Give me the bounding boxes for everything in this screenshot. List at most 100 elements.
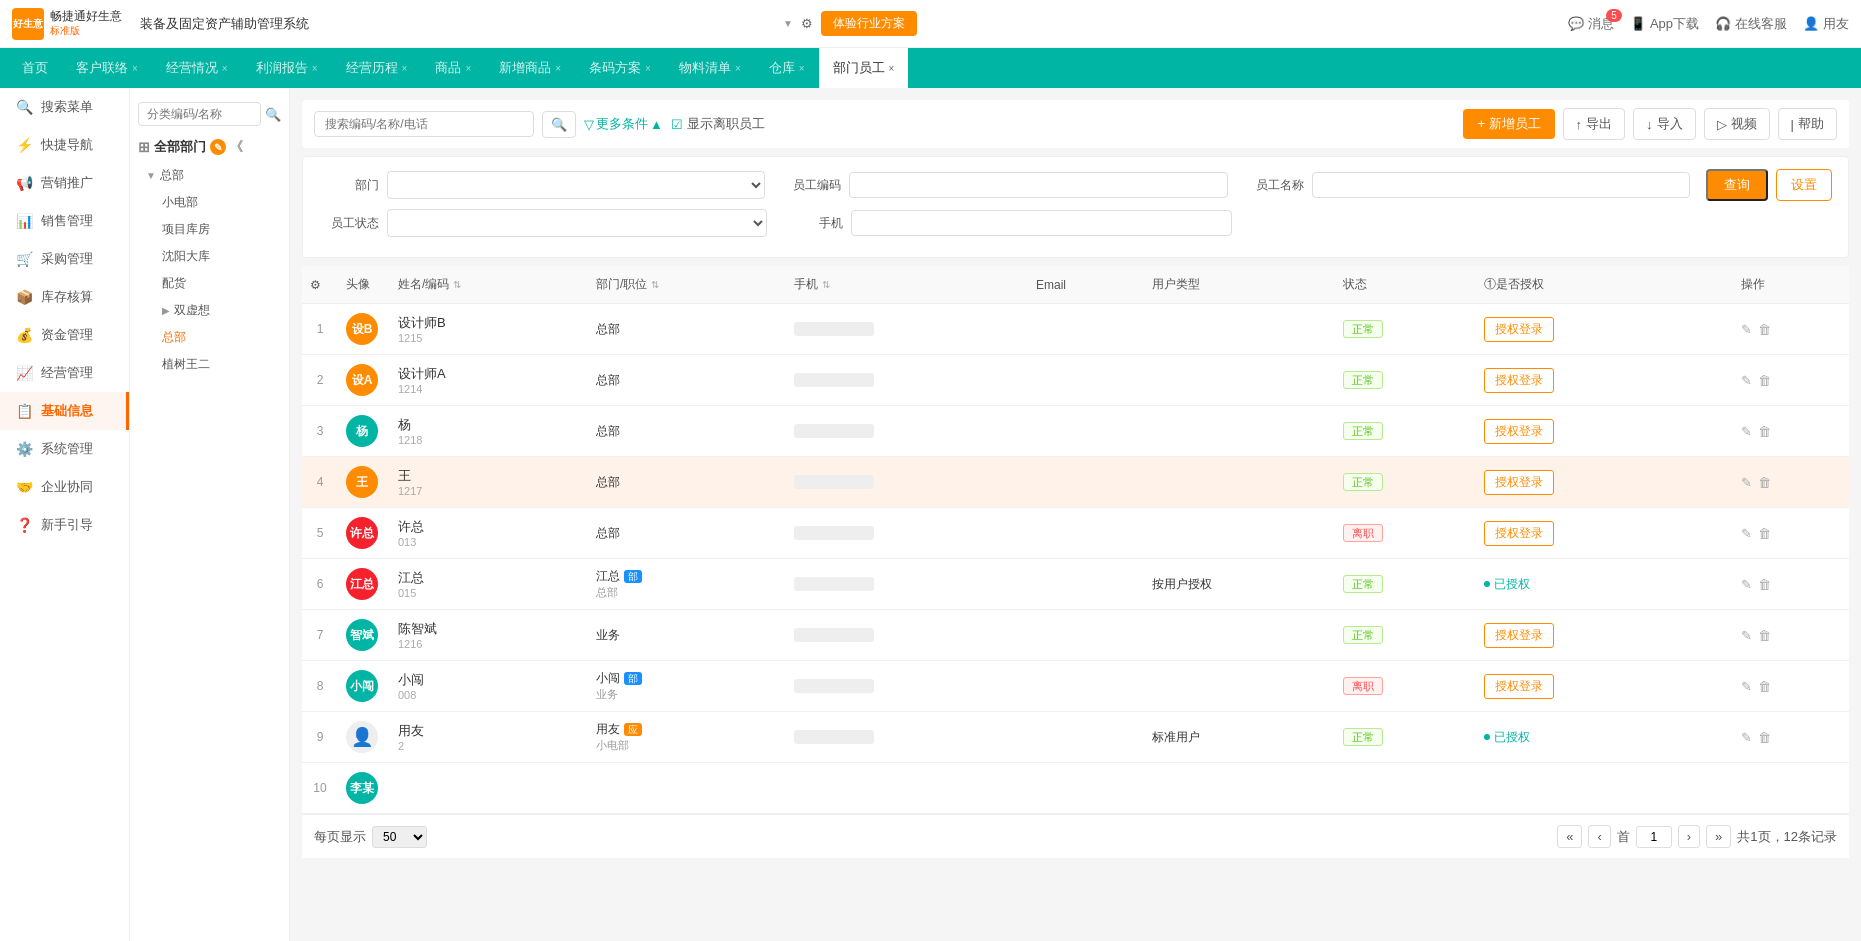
delete-button[interactable]: 🗑 xyxy=(1758,730,1771,745)
dept-node-zongbu[interactable]: 总部 xyxy=(154,324,289,351)
dept-node-general[interactable]: ▼ 总部 xyxy=(138,162,289,189)
view-button[interactable]: ▷ 视频 xyxy=(1704,108,1770,140)
auth-button[interactable]: 授权登录 xyxy=(1484,521,1554,546)
show-resigned-checkbox[interactable]: ☑ xyxy=(671,117,683,132)
tab-new-goods[interactable]: 新增商品 × xyxy=(485,48,575,88)
message-button[interactable]: 💬 消息 5 xyxy=(1568,15,1614,33)
delete-button[interactable]: 🗑 xyxy=(1758,322,1771,337)
sidebar-item-stock[interactable]: 📦 库存核算 xyxy=(0,278,129,316)
dept-node-zhishu[interactable]: 植树王二 xyxy=(154,351,289,378)
col-dept[interactable]: 部门/职位 ⇅ xyxy=(588,266,786,304)
tab-goods[interactable]: 商品 × xyxy=(421,48,485,88)
tab-home[interactable]: 首页 xyxy=(8,48,62,88)
col-phone[interactable]: 手机 ⇅ xyxy=(786,266,1028,304)
dept-search-icon[interactable]: 🔍 xyxy=(265,107,281,122)
tab-bom[interactable]: 物料清单 × xyxy=(665,48,755,88)
delete-button[interactable]: 🗑 xyxy=(1758,679,1771,694)
edit-button[interactable]: ✎ xyxy=(1741,526,1752,541)
import-button[interactable]: ↓ 导入 xyxy=(1633,108,1696,140)
trial-button[interactable]: 体验行业方案 xyxy=(821,11,917,36)
page-number-input[interactable] xyxy=(1636,826,1672,848)
tab-profit[interactable]: 利润报告 × xyxy=(242,48,332,88)
next-page-button[interactable]: › xyxy=(1678,825,1700,848)
search-input[interactable] xyxy=(314,111,534,137)
tab-history[interactable]: 经营历程 × xyxy=(332,48,422,88)
sidebar-item-collab[interactable]: 🤝 企业协同 xyxy=(0,468,129,506)
dept-collapse-btn[interactable]: 《 xyxy=(230,138,243,156)
delete-button[interactable]: 🗑 xyxy=(1758,424,1771,439)
sidebar-item-search[interactable]: 🔍 搜索菜单 xyxy=(0,88,129,126)
delete-button[interactable]: 🗑 xyxy=(1758,577,1771,592)
logo-icon: 好生意 xyxy=(12,8,44,40)
dept-node-shenyang[interactable]: 沈阳大库 xyxy=(154,243,289,270)
sidebar-item-marketing[interactable]: 📢 营销推广 xyxy=(0,164,129,202)
edit-button[interactable]: ✎ xyxy=(1741,373,1752,388)
sidebar-item-basic[interactable]: 📋 基础信息 xyxy=(0,392,129,430)
employee-table: ⚙ 头像 姓名/编码 ⇅ 部门/职位 ⇅ 手机 ⇅ Email 用户类型 状态 … xyxy=(302,266,1849,814)
dept-node-shuangxu[interactable]: ▶ 双虚想 xyxy=(154,297,289,324)
dept-edit-icon[interactable]: ✎ xyxy=(210,139,226,155)
tab-warehouse[interactable]: 仓库 × xyxy=(755,48,819,88)
last-page-button[interactable]: » xyxy=(1706,825,1731,848)
edit-button[interactable]: ✎ xyxy=(1741,730,1752,745)
row-auth: 授权登录 xyxy=(1476,661,1693,712)
col-settings[interactable]: ⚙ xyxy=(302,266,338,304)
tab-operation[interactable]: 经营情况 × xyxy=(152,48,242,88)
filter-dept-select[interactable] xyxy=(387,171,765,199)
edit-button[interactable]: ✎ xyxy=(1741,475,1752,490)
delete-button[interactable]: 🗑 xyxy=(1758,475,1771,490)
search-button[interactable]: 🔍 xyxy=(542,111,576,138)
delete-button[interactable]: 🗑 xyxy=(1758,373,1771,388)
page-size-select[interactable]: 50 20 100 xyxy=(372,826,427,848)
sidebar-item-guide[interactable]: ❓ 新手引导 xyxy=(0,506,129,544)
show-resigned-label[interactable]: ☑ 显示离职员工 xyxy=(671,115,765,133)
sidebar-item-purchase[interactable]: 🛒 采购管理 xyxy=(0,240,129,278)
more-filter-button[interactable]: ▽ 更多条件 ▲ xyxy=(584,115,663,133)
online-service-button[interactable]: 🎧 在线客服 xyxy=(1715,15,1787,33)
content-area: 🔍 ⊞ 全部部门 ✎ 《 ▼ 总部 小电部 项目库房 沈阳大库 配货 xyxy=(130,88,1861,941)
sidebar-item-sales[interactable]: 📊 销售管理 xyxy=(0,202,129,240)
auth-button[interactable]: 授权登录 xyxy=(1484,317,1554,342)
auth-button[interactable]: 授权登录 xyxy=(1484,623,1554,648)
auth-button[interactable]: 授权登录 xyxy=(1484,368,1554,393)
dept-search-input[interactable] xyxy=(138,102,261,126)
tab-staff[interactable]: 部门员工 × xyxy=(819,48,909,88)
settings-icon[interactable]: ⚙ xyxy=(801,16,813,31)
sidebar-item-system[interactable]: ⚙️ 系统管理 xyxy=(0,430,129,468)
filter-phone-input[interactable] xyxy=(851,210,1231,236)
auth-button[interactable]: 授权登录 xyxy=(1484,674,1554,699)
row-user-type xyxy=(1144,661,1335,712)
delete-button[interactable]: 🗑 xyxy=(1758,628,1771,643)
edit-button[interactable]: ✎ xyxy=(1741,424,1752,439)
edit-button[interactable]: ✎ xyxy=(1741,577,1752,592)
dept-node-xiaodian[interactable]: 小电部 xyxy=(154,189,289,216)
edit-button[interactable]: ✎ xyxy=(1741,628,1752,643)
add-employee-button[interactable]: + 新增员工 xyxy=(1463,109,1554,139)
delete-button[interactable]: 🗑 xyxy=(1758,526,1771,541)
tab-barcode[interactable]: 条码方案 × xyxy=(575,48,665,88)
export-button[interactable]: ↑ 导出 xyxy=(1563,108,1626,140)
col-name[interactable]: 姓名/编码 ⇅ xyxy=(390,266,588,304)
filter-empcode-input[interactable] xyxy=(849,172,1227,198)
first-page-button[interactable]: « xyxy=(1557,825,1582,848)
dept-node-project[interactable]: 项目库房 xyxy=(154,216,289,243)
tab-customer[interactable]: 客户联络 × xyxy=(62,48,152,88)
prev-page-button[interactable]: ‹ xyxy=(1588,825,1610,848)
set-button[interactable]: 设置 xyxy=(1776,169,1832,201)
system-dropdown-arrow[interactable]: ▼ xyxy=(783,18,793,29)
sidebar-item-nav[interactable]: ⚡ 快捷导航 xyxy=(0,126,129,164)
edit-button[interactable]: ✎ xyxy=(1741,322,1752,337)
user-menu[interactable]: 👤 用友 xyxy=(1803,15,1849,33)
filter-status-select[interactable] xyxy=(387,209,767,237)
app-download-button[interactable]: 📱 App下载 xyxy=(1630,15,1699,33)
status-badge: 正常 xyxy=(1343,422,1383,440)
auth-button[interactable]: 授权登录 xyxy=(1484,419,1554,444)
sidebar-item-manage[interactable]: 📈 经营管理 xyxy=(0,354,129,392)
dept-node-peihuo[interactable]: 配货 xyxy=(154,270,289,297)
edit-button[interactable]: ✎ xyxy=(1741,679,1752,694)
filter-empname-input[interactable] xyxy=(1312,172,1690,198)
query-button[interactable]: 查询 xyxy=(1706,169,1768,201)
help-button[interactable]: | 帮助 xyxy=(1778,108,1837,140)
sidebar-item-finance[interactable]: 💰 资金管理 xyxy=(0,316,129,354)
auth-button[interactable]: 授权登录 xyxy=(1484,470,1554,495)
